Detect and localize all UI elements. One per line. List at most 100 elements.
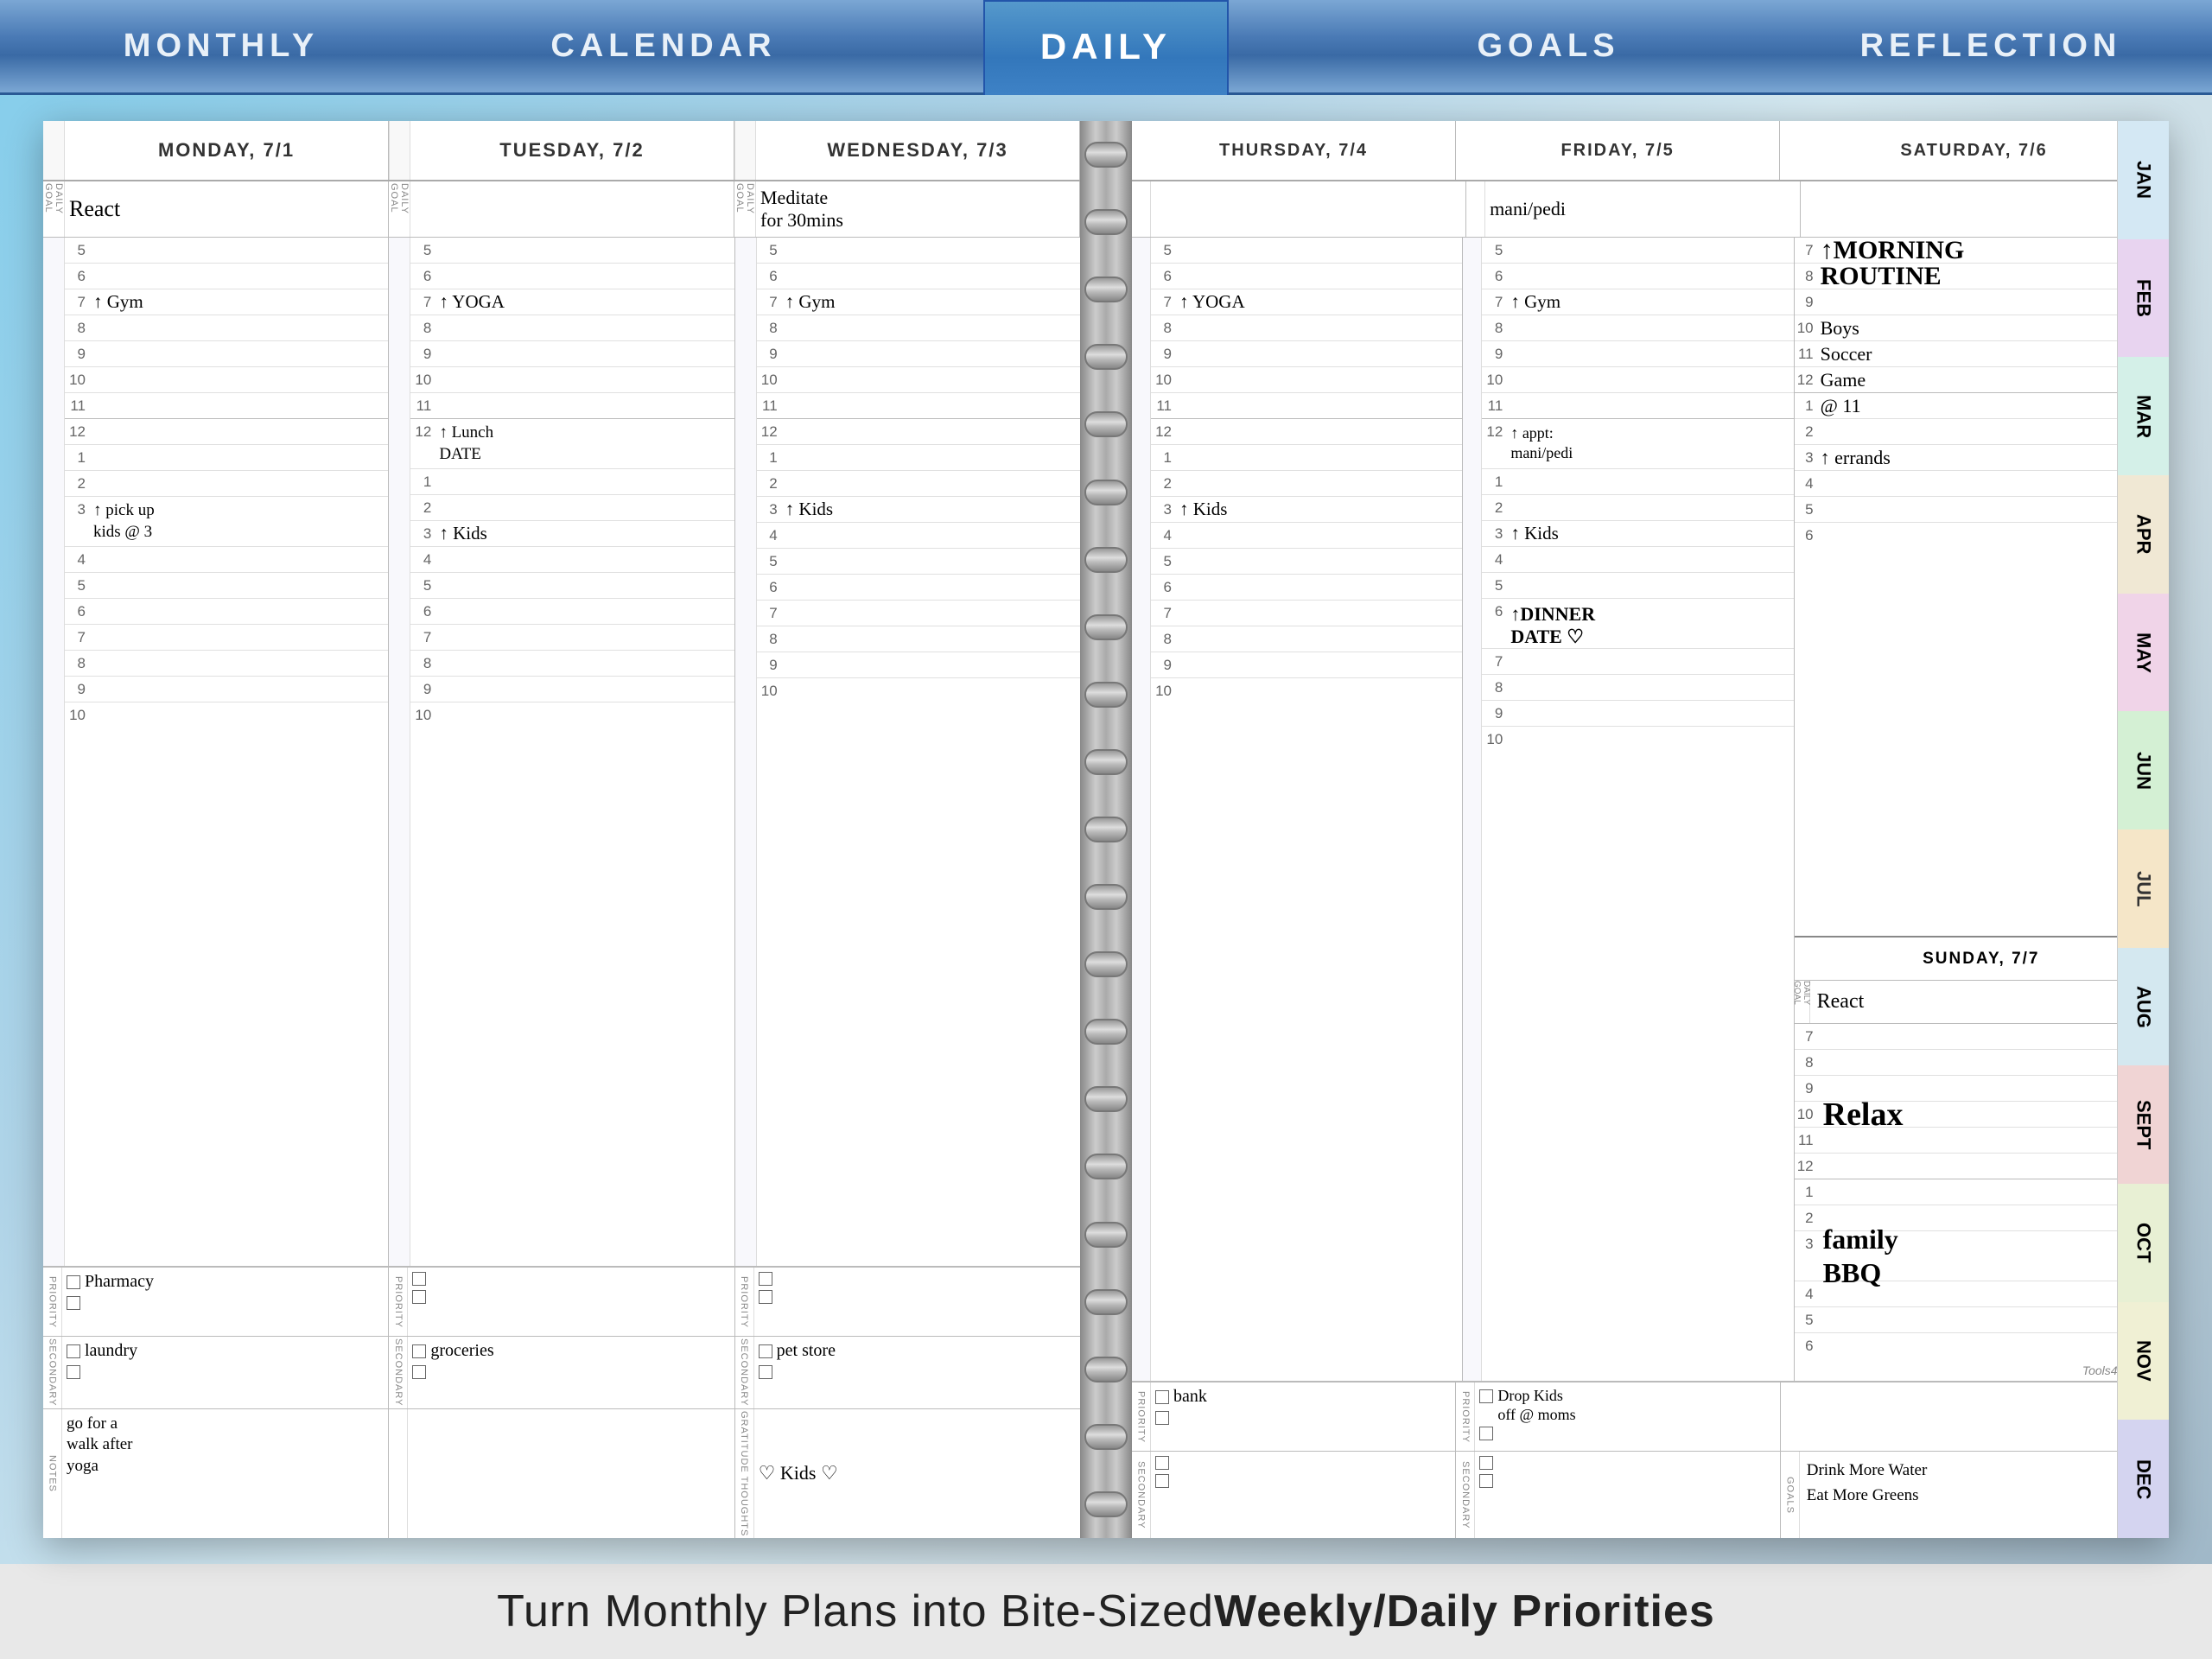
sunday-family-bbq: familyBBQ — [1816, 1223, 2168, 1289]
spiral-ring — [1084, 749, 1128, 775]
friday-col: 5 6 7↑ Gym 8 9 10 11 12↑ appt:mani/pedi … — [1482, 238, 1794, 1381]
month-tab-jul[interactable]: JUL — [2117, 830, 2169, 948]
tuesday-priority — [408, 1268, 734, 1336]
spiral-ring — [1084, 411, 1128, 437]
weekend-col: 7↑MORNING 8ROUTINE 9 10Boys 11Soccer 12G… — [1795, 238, 2169, 1381]
wednesday-gratitude: ♡ Kids ♡ — [754, 1409, 1080, 1538]
monday-secondary: laundry — [62, 1337, 388, 1408]
month-tab-feb[interactable]: FEB — [2117, 239, 2169, 358]
spiral-ring — [1084, 1086, 1128, 1112]
day-headers-left: MONDAY, 7/1 TUESDAY, 7/2 WEDNESDAY, 7/3 — [43, 121, 1080, 181]
monday-notes: go for awalk afteryoga — [62, 1409, 388, 1538]
saturday-section: 7↑MORNING 8ROUTINE 9 10Boys 11Soccer 12G… — [1795, 238, 2168, 938]
left-page: MONDAY, 7/1 TUESDAY, 7/2 WEDNESDAY, 7/3 … — [43, 121, 1080, 1538]
monday-header: MONDAY, 7/1 — [65, 121, 389, 180]
mon-1: 1 — [65, 445, 388, 471]
secondary-label-fri: SECONDARY — [1456, 1452, 1475, 1538]
monday-priority: Pharmacy — [62, 1268, 388, 1336]
tuesday-secondary: groceries — [408, 1337, 734, 1408]
tuesday-col: 5 6 7↑ YOGA 8 9 10 11 12↑ LunchDATE 1 2 … — [410, 238, 734, 1266]
saturday-header: SATURDAY, 7/6 — [1780, 121, 2169, 180]
priority-label-mon: PRIORITY — [43, 1268, 62, 1336]
monday-col: 5 6 7↑ Gym 8 9 10 11 12 1 2 3↑ pick upki… — [65, 238, 389, 1266]
mon-9b: 9 — [65, 677, 388, 702]
wednesday-header: WEDNESDAY, 7/3 — [756, 121, 1080, 180]
daily-goal-label-wed: DAILY GOAL — [734, 181, 756, 237]
wednesday-priority — [754, 1268, 1080, 1336]
mon-6: 6 — [65, 264, 388, 289]
day-headers-right: THURSDAY, 7/4 FRIDAY, 7/5 SATURDAY, 7/6 — [1132, 121, 2169, 181]
secondary-label-tue: SECONDARY — [389, 1337, 408, 1408]
spiral-ring — [1084, 817, 1128, 842]
bottom-sections-left: PRIORITY Pharmacy PRIORITY — [43, 1266, 1080, 1538]
month-tab-sep[interactable]: SEPT — [2117, 1065, 2169, 1184]
tuesday-header: TUESDAY, 7/2 — [410, 121, 734, 180]
friday-secondary — [1475, 1452, 1779, 1538]
spiral-ring — [1084, 1289, 1128, 1315]
spiral-ring — [1084, 1222, 1128, 1248]
month-tab-nov[interactable]: NOV — [2117, 1302, 2169, 1421]
planner-book: MONDAY, 7/1 TUESDAY, 7/2 WEDNESDAY, 7/3 … — [43, 121, 2169, 1538]
secondary-label-wed: SECONDARY — [735, 1337, 754, 1408]
thursday-col: 5 6 7↑ YOGA 8 9 10 11 12 1 2 3↑ Kids 4 5… — [1151, 238, 1463, 1381]
month-tab-dec[interactable]: DEC — [2117, 1420, 2169, 1538]
mon-6b: 6 — [65, 599, 388, 625]
spiral-ring — [1084, 682, 1128, 708]
daily-goal-label-tue: DAILY GOAL — [389, 181, 410, 237]
friday-priority: Drop Kidsoff @ moms — [1475, 1382, 1779, 1451]
mon-8b: 8 — [65, 651, 388, 677]
right-schedule: 5 6 7↑ YOGA 8 9 10 11 12 1 2 3↑ Kids 4 5… — [1132, 238, 2169, 1381]
secondary-row-right: SECONDARY SECONDARY — [1132, 1452, 2169, 1538]
spiral-binding — [1080, 121, 1132, 1538]
friday-header: FRIDAY, 7/5 — [1456, 121, 1780, 180]
mon-2: 2 — [65, 471, 388, 497]
mon-10b: 10 — [65, 702, 388, 728]
sunday-goal: React — [1810, 990, 2168, 1014]
priority-label-tue: PRIORITY — [389, 1268, 408, 1336]
month-tab-jan[interactable]: JAN — [2117, 121, 2169, 239]
month-tab-aug[interactable]: AUG — [2117, 948, 2169, 1066]
month-tab-mar[interactable]: MAR — [2117, 357, 2169, 475]
month-tab-jun[interactable]: JUN — [2117, 711, 2169, 830]
secondary-label-mon: SECONDARY — [43, 1337, 62, 1408]
month-tab-apr[interactable]: APR — [2117, 475, 2169, 594]
tab-calendar[interactable]: CALENDAR — [442, 0, 885, 92]
mon-9: 9 — [65, 341, 388, 367]
mon-3: 3↑ pick upkids @ 3 — [65, 497, 388, 547]
mon-7: 7↑ Gym — [65, 289, 388, 315]
thursday-priority: bank — [1151, 1382, 1455, 1451]
bottom-sections-right: PRIORITY bank PRIORITY Drop Kidsoff @ mo… — [1132, 1381, 2169, 1538]
spiral-ring — [1084, 1357, 1128, 1382]
priority-row-left: PRIORITY Pharmacy PRIORITY — [43, 1268, 1080, 1337]
daily-goal-label-mon: DAILY GOAL — [43, 181, 65, 237]
wednesday-goal: Meditatefor 30mins — [756, 181, 1080, 237]
priority-label-fri: PRIORITY — [1456, 1382, 1475, 1451]
saturday-top — [1801, 181, 2169, 237]
month-tab-may[interactable]: MAY — [2117, 594, 2169, 712]
tab-reflection[interactable]: REFLECTION — [1770, 0, 2212, 92]
mon-5: 5 — [65, 238, 388, 264]
spiral-ring — [1084, 614, 1128, 640]
right-page: THURSDAY, 7/4 FRIDAY, 7/5 SATURDAY, 7/6 … — [1132, 121, 2169, 1538]
daily-goal-row-left: DAILY GOAL React DAILY GOAL DAILY GOAL M… — [43, 181, 1080, 238]
tab-monthly[interactable]: MONTHLY — [0, 0, 442, 92]
priority-label-thu: PRIORITY — [1132, 1382, 1151, 1451]
priority-label-wed: PRIORITY — [735, 1268, 754, 1336]
gratitude-label-wed: GRATITUDE THOUGHTS — [735, 1409, 754, 1538]
tab-goals[interactable]: GOALS — [1327, 0, 1770, 92]
month-tabs: JAN FEB MAR APR MAY JUN JUL AUG SEPT OCT… — [2117, 121, 2169, 1538]
spiral-ring — [1084, 547, 1128, 573]
tab-daily[interactable]: DAILY — [885, 0, 1327, 92]
wednesday-col: 5 6 7↑ Gym 8 9 10 11 12 1 2 3↑ Kids 4 5 … — [757, 238, 1080, 1266]
spiral-ring — [1084, 1424, 1128, 1450]
month-tab-oct[interactable]: OCT — [2117, 1184, 2169, 1302]
mon-8: 8 — [65, 315, 388, 341]
thursday-secondary — [1151, 1452, 1455, 1538]
wednesday-secondary: pet store — [754, 1337, 1080, 1408]
spiral-ring — [1084, 142, 1128, 168]
mon-7b: 7 — [65, 625, 388, 651]
tuesday-goal — [410, 181, 734, 237]
spiral-ring — [1084, 1491, 1128, 1517]
friday-goal: mani/pedi — [1485, 181, 1801, 237]
mon-10: 10 — [65, 367, 388, 393]
